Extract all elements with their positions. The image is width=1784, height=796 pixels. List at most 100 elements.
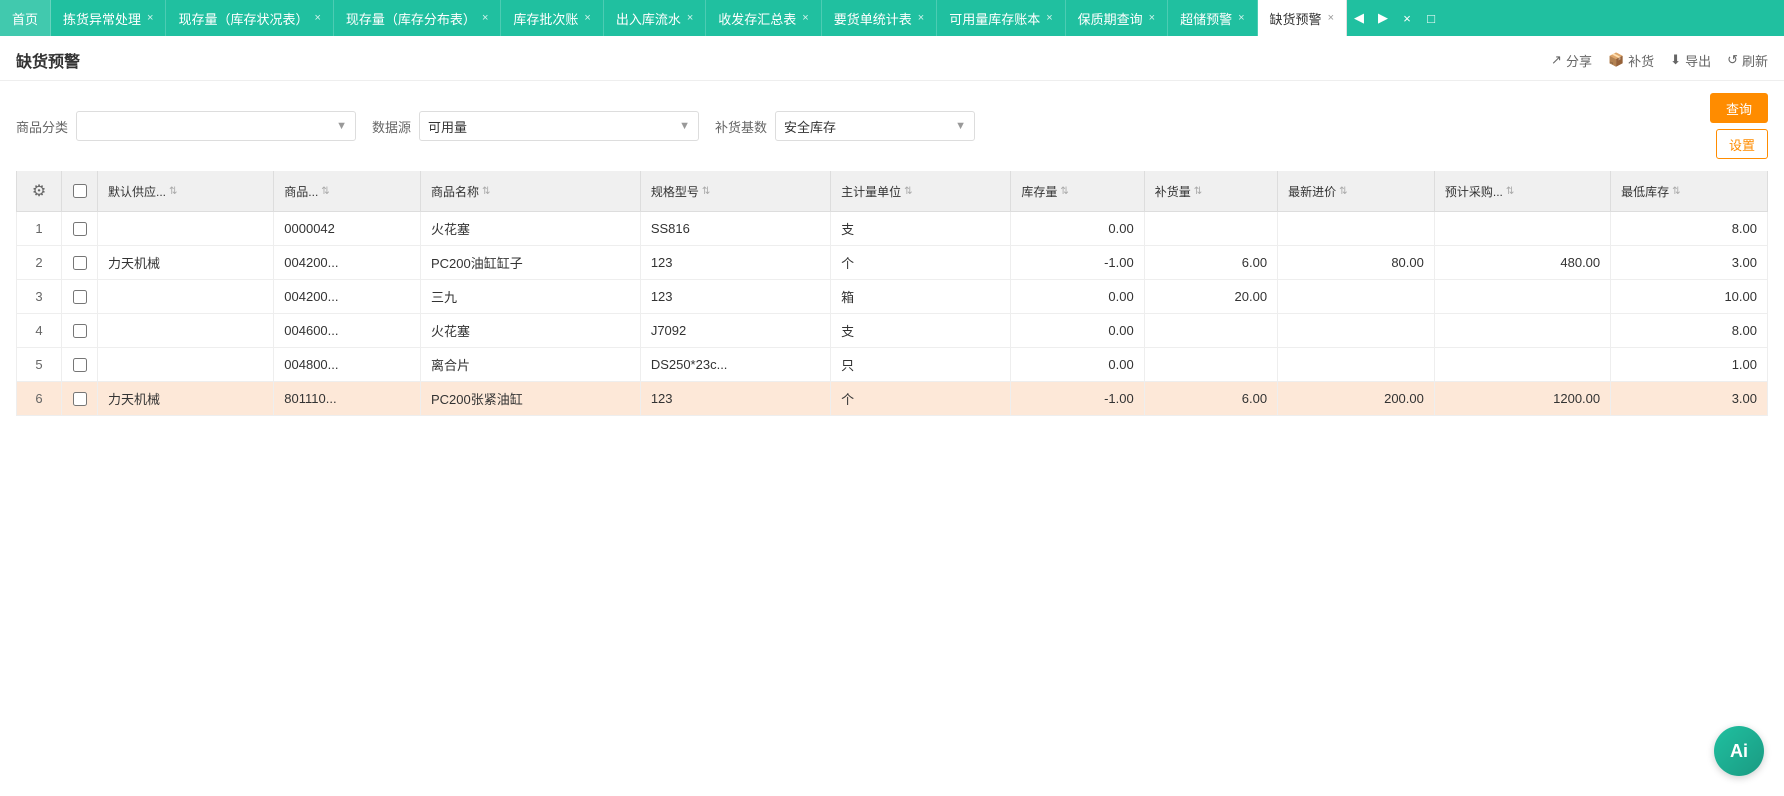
tab-recv-summary[interactable]: 收发存汇总表 × bbox=[706, 0, 821, 36]
row-select-6[interactable] bbox=[73, 392, 87, 406]
select-all-checkbox[interactable] bbox=[73, 184, 87, 198]
th-product-name[interactable]: 商品名称 ⇅ bbox=[420, 171, 640, 212]
row-spec-4: J7092 bbox=[640, 314, 830, 348]
tab-close-req-stats[interactable]: × bbox=[918, 12, 924, 24]
row-unit-4: 支 bbox=[831, 314, 1011, 348]
tab-in-out-flow[interactable]: 出入库流水 × bbox=[604, 0, 706, 36]
table-row: 1 0000042 火花塞 SS816 支 0.00 8.00 bbox=[17, 212, 1768, 246]
tab-close-expiry-query[interactable]: × bbox=[1149, 12, 1155, 24]
row-code-1: 0000042 bbox=[274, 212, 421, 246]
row-supplier-1 bbox=[98, 212, 274, 246]
table-row: 3 004200... 三九 123 箱 0.00 20.00 10.00 bbox=[17, 280, 1768, 314]
tab-close-batch-account[interactable]: × bbox=[584, 12, 590, 24]
table-row: 6 力天机械 801110... PC200张紧油缸 123 个 -1.00 6… bbox=[17, 382, 1768, 416]
sort-icon-min-stock: ⇅ bbox=[1672, 186, 1680, 197]
row-checkbox-3[interactable] bbox=[62, 280, 98, 314]
row-latest-price-6: 200.00 bbox=[1278, 382, 1435, 416]
tab-close-inventory-dist[interactable]: × bbox=[482, 12, 488, 24]
column-settings-icon[interactable]: ⚙ bbox=[27, 179, 51, 203]
row-checkbox-2[interactable] bbox=[62, 246, 98, 280]
table-row: 2 力天机械 004200... PC200油缸缸子 123 个 -1.00 6… bbox=[17, 246, 1768, 280]
th-stock[interactable]: 库存量 ⇅ bbox=[1011, 171, 1144, 212]
page-title: 缺货预警 bbox=[16, 48, 80, 72]
row-code-2: 004200... bbox=[274, 246, 421, 280]
row-select-1[interactable] bbox=[73, 222, 87, 236]
row-checkbox-4[interactable] bbox=[62, 314, 98, 348]
replenish-button[interactable]: 📦 补货 bbox=[1608, 51, 1654, 70]
row-code-5: 004800... bbox=[274, 348, 421, 382]
row-min-stock-4: 8.00 bbox=[1611, 314, 1768, 348]
row-stock-5: 0.00 bbox=[1011, 348, 1144, 382]
tab-maximize-btn[interactable]: □ bbox=[1419, 0, 1443, 36]
table-container: ⚙ 默认供应... ⇅ bbox=[0, 171, 1784, 416]
tab-overstock[interactable]: 超储预警 × bbox=[1168, 0, 1257, 36]
query-button[interactable]: 查询 bbox=[1710, 93, 1768, 123]
tab-close-pick-anomaly[interactable]: × bbox=[147, 12, 153, 24]
tab-close-overstock[interactable]: × bbox=[1238, 12, 1244, 24]
table-row: 5 004800... 离合片 DS250*23c... 只 0.00 1.00 bbox=[17, 348, 1768, 382]
th-latest-price[interactable]: 最新进价 ⇅ bbox=[1278, 171, 1435, 212]
row-checkbox-1[interactable] bbox=[62, 212, 98, 246]
th-spec[interactable]: 规格型号 ⇅ bbox=[640, 171, 830, 212]
th-replenish-qty[interactable]: 补货量 ⇅ bbox=[1144, 171, 1277, 212]
tab-available-ledger[interactable]: 可用量库存账本 × bbox=[937, 0, 1065, 36]
tab-close-available-ledger[interactable]: × bbox=[1046, 12, 1052, 24]
row-replenish-2: 6.00 bbox=[1144, 246, 1277, 280]
datasource-select[interactable]: 可用量 ▼ bbox=[419, 111, 699, 141]
refresh-button[interactable]: ↺ 刷新 bbox=[1727, 51, 1768, 70]
tab-shortage[interactable]: 缺货预警 × bbox=[1258, 0, 1347, 36]
tab-prev-btn[interactable]: ◀ bbox=[1347, 0, 1371, 36]
row-select-2[interactable] bbox=[73, 256, 87, 270]
th-product-code[interactable]: 商品... ⇅ bbox=[274, 171, 421, 212]
row-unit-2: 个 bbox=[831, 246, 1011, 280]
tab-batch-account[interactable]: 库存批次账 × bbox=[501, 0, 603, 36]
tab-req-stats[interactable]: 要货单统计表 × bbox=[822, 0, 937, 36]
row-unit-6: 个 bbox=[831, 382, 1011, 416]
datasource-filter-group: 数据源 可用量 ▼ bbox=[372, 111, 699, 141]
datasource-label: 数据源 bbox=[372, 117, 411, 136]
row-select-5[interactable] bbox=[73, 358, 87, 372]
th-default-supplier[interactable]: 默认供应... ⇅ bbox=[98, 171, 274, 212]
tab-expiry-query[interactable]: 保质期查询 × bbox=[1066, 0, 1168, 36]
replenish-icon: 📦 bbox=[1608, 52, 1624, 68]
data-table: ⚙ 默认供应... ⇅ bbox=[16, 171, 1768, 416]
tab-bar: 首页 拣货异常处理 × 现存量（库存状况表） × 现存量（库存分布表） × 库存… bbox=[0, 0, 1784, 36]
export-button[interactable]: ⬇ 导出 bbox=[1670, 51, 1711, 70]
row-stock-3: 0.00 bbox=[1011, 280, 1144, 314]
row-num-1: 1 bbox=[17, 212, 62, 246]
tab-close-in-out-flow[interactable]: × bbox=[687, 12, 693, 24]
tab-inventory-status[interactable]: 现存量（库存状况表） × bbox=[166, 0, 333, 36]
row-checkbox-6[interactable] bbox=[62, 382, 98, 416]
row-min-stock-2: 3.00 bbox=[1611, 246, 1768, 280]
share-button[interactable]: ↗ 分享 bbox=[1551, 51, 1592, 70]
row-replenish-6: 6.00 bbox=[1144, 382, 1277, 416]
tab-home[interactable]: 首页 bbox=[0, 0, 51, 36]
row-checkbox-5[interactable] bbox=[62, 348, 98, 382]
tab-close-recv-summary[interactable]: × bbox=[802, 12, 808, 24]
row-latest-price-3 bbox=[1278, 280, 1435, 314]
category-select[interactable]: ▼ bbox=[76, 111, 356, 141]
row-num-4: 4 bbox=[17, 314, 62, 348]
row-latest-price-1 bbox=[1278, 212, 1435, 246]
ai-assistant-badge[interactable]: Ai bbox=[1714, 726, 1764, 776]
row-select-3[interactable] bbox=[73, 290, 87, 304]
th-unit[interactable]: 主计量单位 ⇅ bbox=[831, 171, 1011, 212]
category-dropdown-icon: ▼ bbox=[336, 120, 347, 132]
th-est-purchase[interactable]: 预计采购... ⇅ bbox=[1434, 171, 1610, 212]
row-stock-4: 0.00 bbox=[1011, 314, 1144, 348]
tab-next-btn[interactable]: ▶ bbox=[1371, 0, 1395, 36]
tab-close-all-btn[interactable]: × bbox=[1395, 0, 1419, 36]
settings-button[interactable]: 设置 bbox=[1716, 129, 1768, 159]
tab-inventory-dist[interactable]: 现存量（库存分布表） × bbox=[334, 0, 501, 36]
refresh-icon: ↺ bbox=[1727, 52, 1738, 68]
tab-pick-anomaly[interactable]: 拣货异常处理 × bbox=[51, 0, 166, 36]
header-actions: ↗ 分享 📦 补货 ⬇ 导出 ↺ 刷新 bbox=[1551, 51, 1768, 70]
th-min-stock[interactable]: 最低库存 ⇅ bbox=[1611, 171, 1768, 212]
replenish-select[interactable]: 安全库存 ▼ bbox=[775, 111, 975, 141]
sort-icon-unit: ⇅ bbox=[904, 186, 912, 197]
tab-close-inventory-status[interactable]: × bbox=[314, 12, 320, 24]
row-spec-5: DS250*23c... bbox=[640, 348, 830, 382]
sort-icon-code: ⇅ bbox=[321, 186, 329, 197]
row-select-4[interactable] bbox=[73, 324, 87, 338]
tab-close-shortage[interactable]: × bbox=[1328, 12, 1334, 24]
